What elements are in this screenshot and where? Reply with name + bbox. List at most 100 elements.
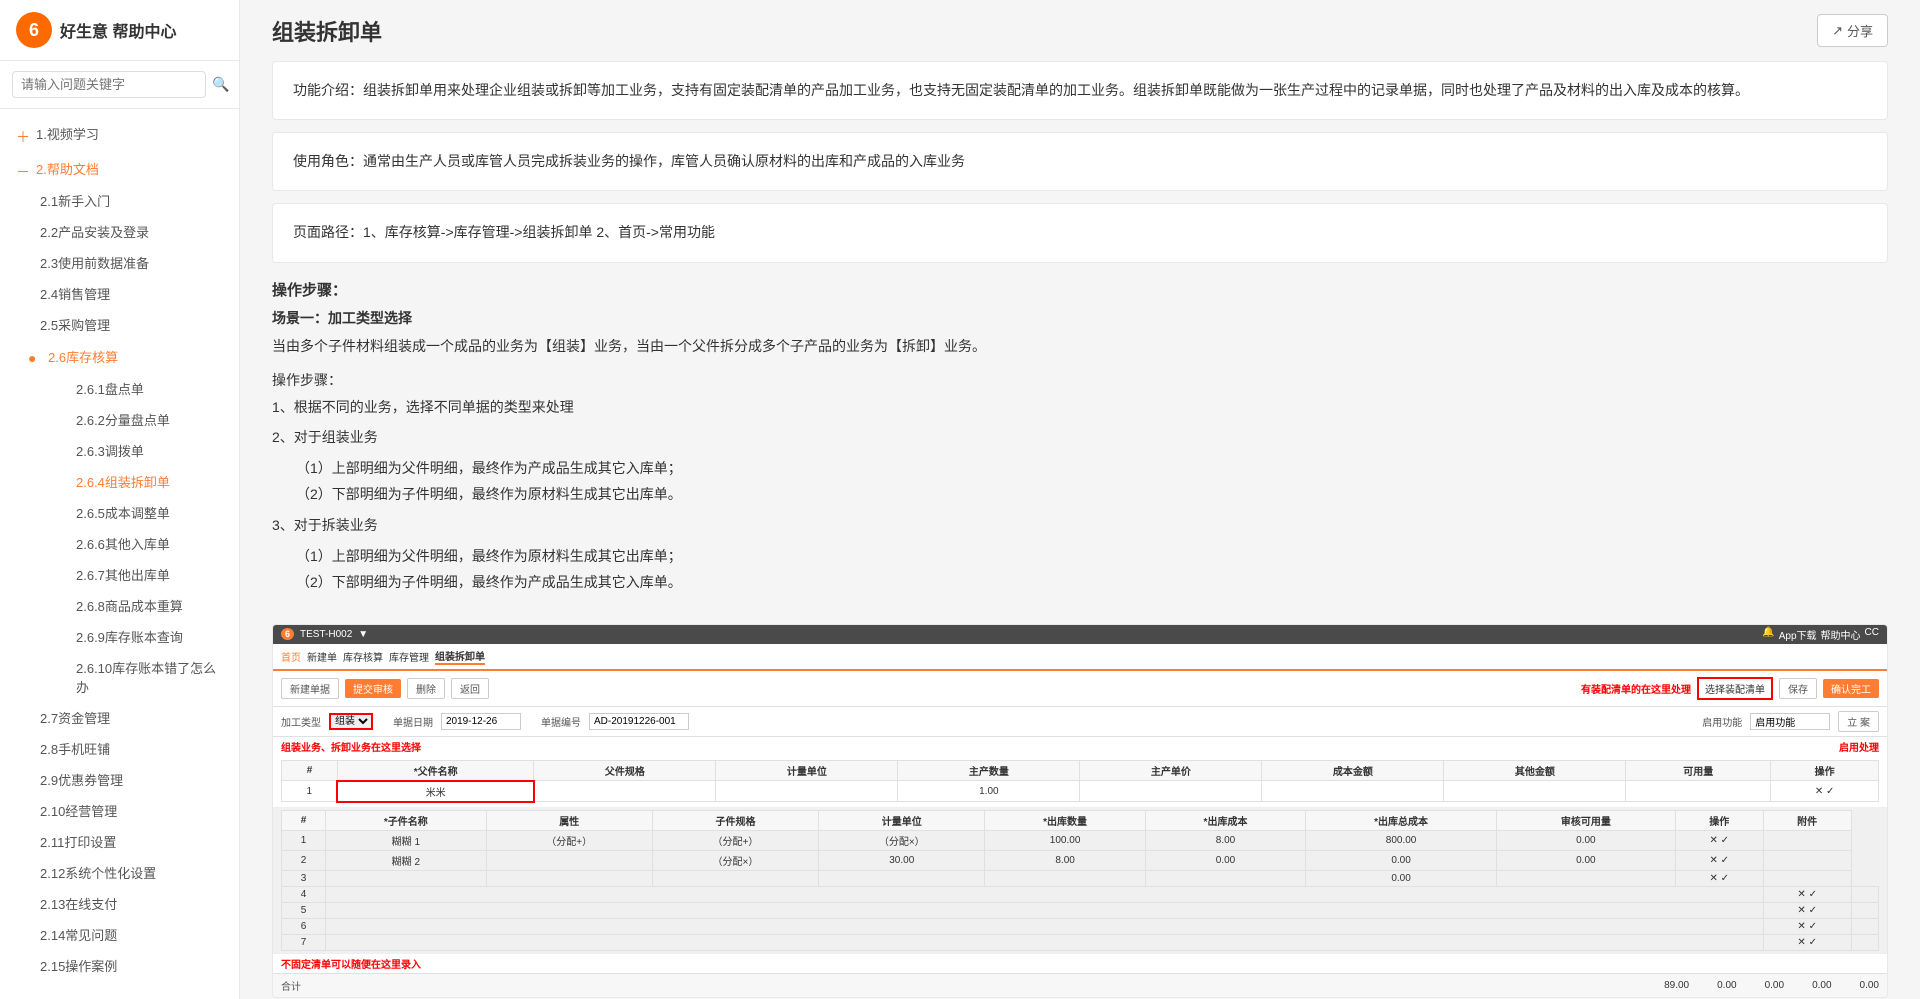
sim-nav-asm[interactable]: 组装拆卸单	[435, 648, 485, 665]
td-act[interactable]: ✕ ✓	[1771, 781, 1879, 802]
sidebar-item-purchase[interactable]: 2.5采购管理	[28, 309, 239, 340]
sidebar-item-coupon[interactable]: 2.9优惠券管理	[28, 764, 239, 795]
sidebar-item-capital[interactable]: 2.7资金管理	[28, 702, 239, 733]
td-other	[1444, 781, 1626, 802]
lth-avail: 审核可用量	[1496, 810, 1675, 830]
sidebar-item-pay[interactable]: 2.13在线支付	[28, 888, 239, 919]
sim-nav-new[interactable]: 新建单	[307, 649, 337, 664]
sim-company: TEST-H002	[300, 629, 352, 640]
sim-btn-back[interactable]: 返回	[451, 678, 489, 699]
sim-action-row: 新建单据 提交审核 删除 返回 有装配清单的在这里处理 选择装配清单 保存 确认…	[273, 671, 1887, 707]
th-check: #	[282, 760, 338, 781]
sim-btn-confirm[interactable]: 确认完工	[1823, 679, 1879, 698]
sidebar-item-cases[interactable]: 2.15操作案例	[28, 950, 239, 981]
th-parent-spec: 父件规格	[534, 760, 716, 781]
sim-btn-save[interactable]: 保存	[1779, 678, 1817, 699]
sim-btn-submit[interactable]: 提交审核	[345, 679, 401, 698]
app-title: 好生意 帮助中心	[60, 18, 176, 42]
lower-row-5: 5 ✕ ✓	[282, 902, 1879, 918]
sim-type-highlight: 组装 拆卸	[329, 713, 373, 730]
sidebar-item-inventory-label: 2.6库存核算	[48, 347, 118, 366]
annotation-top-right: 有装配清单的在这里处理	[1581, 681, 1691, 696]
sidebar-item-mobile[interactable]: 2.8手机旺铺	[28, 733, 239, 764]
role-block: 使用角色：通常由生产人员或库管人员完成拆装业务的操作，库管人员确认原材料的出库和…	[272, 132, 1888, 191]
sim-upper-table-wrap: # *父件名称 父件规格 计量单位 主产数量 主产单价 成本金额 其他金额 可用…	[273, 756, 1887, 807]
th-price: 主产单价	[1080, 760, 1262, 781]
sidebar-item-faq[interactable]: 2.14常见问题	[28, 919, 239, 950]
th-unit: 计量单位	[716, 760, 898, 781]
main-header: 组装拆卸单 ↗ 分享	[240, 0, 1920, 61]
sidebar-item-sales[interactable]: 2.4销售管理	[28, 278, 239, 309]
help-icon: 帮助中心	[1821, 627, 1861, 642]
sim-type-label: 加工类型	[281, 714, 321, 729]
sim-total-label: 合计	[281, 978, 301, 993]
sidebar-item-inv4[interactable]: 2.6.4组装拆卸单	[56, 466, 239, 497]
sim-window: 6 TEST-H002 ▼ 🔔 App下载 帮助中心 CC 首页 新建单 库存核…	[273, 625, 1887, 997]
sidebar-item-inv9[interactable]: 2.6.9库存账本查询	[56, 621, 239, 652]
sim-topbar: 6 TEST-H002 ▼ 🔔 App下载 帮助中心 CC	[273, 625, 1887, 644]
sim-lower-table: # *子件名称 属性 子件规格 计量单位 *出库数量 *出库成本 *出库总成本 …	[281, 810, 1879, 951]
sidebar-item-inv10[interactable]: 2.6.10库存账本错了怎么办	[56, 652, 239, 702]
sidebar-item-ops[interactable]: 2.10经营管理	[28, 795, 239, 826]
screenshot-container: 6 TEST-H002 ▼ 🔔 App下载 帮助中心 CC 首页 新建单 库存核…	[272, 624, 1888, 998]
steps-block: 操作步骤： 场景一：加工类型选择 当由多个子件材料组装成一个成品的业务为【组装】…	[272, 279, 1888, 608]
sim-no-input[interactable]	[589, 713, 689, 730]
sidebar-item-inv6[interactable]: 2.6.6其他入库单	[56, 528, 239, 559]
sim-enable-label: 启用功能	[1702, 714, 1742, 729]
sidebar-item-video-label: 1.视频学习	[36, 124, 99, 143]
sidebar-item-inv8[interactable]: 2.6.8商品成本重算	[56, 590, 239, 621]
sidebar-item-inv5[interactable]: 2.6.5成本调整单	[56, 497, 239, 528]
sim-btn-ok[interactable]: 立 案	[1838, 711, 1879, 732]
sidebar-item-beginner[interactable]: 2.1新手入门	[28, 185, 239, 216]
sidebar-item-inv2[interactable]: 2.6.2分量盘点单	[56, 404, 239, 435]
sim-total-avail: 0.00	[1812, 980, 1831, 991]
sidebar-item-install[interactable]: 2.2产品安装及登录	[28, 216, 239, 247]
sidebar-item-video[interactable]: ＋ 1.视频学习	[0, 117, 239, 150]
sim-date-input[interactable]	[441, 713, 521, 730]
sidebar-item-data[interactable]: 2.3使用前数据准备	[28, 247, 239, 278]
td-name: 米米	[337, 781, 534, 802]
sim-nav-inv[interactable]: 库存核算	[343, 649, 383, 664]
td-spec	[534, 781, 716, 802]
sim-form-row: 加工类型 组装 拆卸 单据日期 单据编号 启用功能 立 案	[273, 707, 1887, 737]
td-avail	[1626, 781, 1771, 802]
sidebar-item-inventory[interactable]: ● 2.6库存核算	[28, 340, 239, 373]
sim-nav-invmgr[interactable]: 库存管理	[389, 649, 429, 664]
sim-enable-input[interactable]	[1750, 713, 1830, 730]
step2b: （2）下部明细为子件明细，最终作为原材料生成其它出库单。	[296, 481, 1888, 508]
search-input[interactable]	[12, 71, 206, 98]
th-qty: 主产数量	[898, 760, 1080, 781]
lth-child-attr: 属性	[486, 810, 652, 830]
sim-total-qty: 89.00	[1664, 980, 1689, 991]
sidebar-item-docs[interactable]: － 2.帮助文档	[0, 152, 239, 185]
sim-date-label: 单据日期	[393, 714, 433, 729]
sim-mid-row: 组装业务、拆卸业务在这里选择 启用处理	[273, 737, 1887, 756]
sim-home-link[interactable]: 首页	[281, 649, 301, 664]
sidebar-item-inv7[interactable]: 2.6.7其他出库单	[56, 559, 239, 590]
step1: 1、根据不同的业务，选择不同单据的类型来处理	[272, 394, 1888, 421]
lth-cost: *出库成本	[1145, 810, 1305, 830]
sidebar-item-inv3[interactable]: 2.6.3调拨单	[56, 435, 239, 466]
sidebar-item-print[interactable]: 2.11打印设置	[28, 826, 239, 857]
sim-bottom-annotation-row: 不固定清单可以随便在这里录入	[273, 954, 1887, 973]
th-other: 其他金额	[1444, 760, 1626, 781]
lth-child-unit: 计量单位	[819, 810, 985, 830]
sim-btn-bom[interactable]: 选择装配清单	[1697, 677, 1773, 700]
sim-nav-sep: ▼	[358, 629, 368, 640]
sim-toolbar: 首页 新建单 库存核算 库存管理 组装拆卸单	[273, 644, 1887, 671]
search-icon[interactable]: 🔍	[212, 76, 229, 93]
lth-total: *出库总成本	[1306, 810, 1497, 830]
sim-type-select[interactable]: 组装 拆卸	[331, 715, 371, 728]
sim-btn-delete[interactable]: 删除	[407, 678, 445, 699]
search-box: 🔍	[0, 61, 239, 109]
sidebar-item-custom[interactable]: 2.12系统个性化设置	[28, 857, 239, 888]
nav-group-inventory: ● 2.6库存核算 2.6.1盘点单 2.6.2分量盘点单 2.6.3调拨单 2…	[28, 340, 239, 702]
td-cost	[1262, 781, 1444, 802]
sidebar-item-docs-label: 2.帮助文档	[36, 159, 99, 178]
lth-qty: *出库数量	[985, 810, 1145, 830]
sidebar-item-inv1[interactable]: 2.6.1盘点单	[56, 373, 239, 404]
sim-btn-new[interactable]: 新建单据	[281, 678, 339, 699]
ops-title: 操作步骤：	[272, 279, 1888, 300]
lth-check: #	[282, 810, 326, 830]
share-button[interactable]: ↗ 分享	[1817, 14, 1888, 47]
